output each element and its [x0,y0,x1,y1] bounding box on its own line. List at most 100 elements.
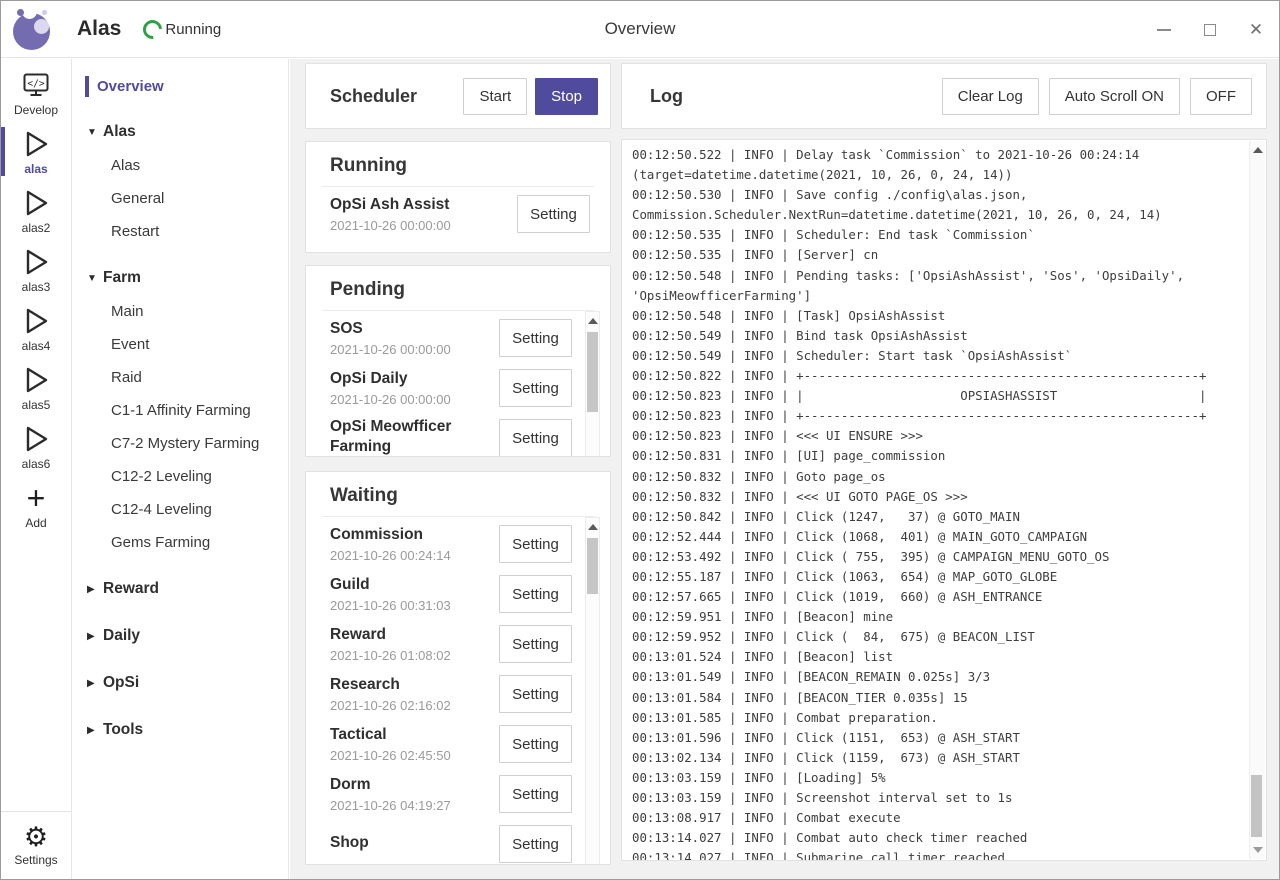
nav-section-header[interactable]: ▶ Daily [73,619,288,653]
nav-item[interactable]: Gems Farming [73,526,288,559]
plus-icon: + [27,481,46,515]
running-list: OpSi Ash Assist 2021-10-26 00:00:00 Sett… [306,187,610,239]
task-setting-button[interactable]: Setting [499,775,572,813]
scroll-thumb[interactable] [587,332,598,412]
nav-item[interactable]: Main [73,295,288,328]
task-setting-button[interactable]: Setting [517,195,590,233]
nav-section-header[interactable]: ▼ Alas [73,115,288,149]
task-name: OpSi Meowfficer Farming [330,417,493,457]
auto-scroll-off-button[interactable]: OFF [1190,78,1252,115]
title-bar: Alas Running Overview ✕ [1,1,1279,58]
task-setting-button[interactable]: Setting [499,725,572,763]
task-setting-button[interactable]: Setting [499,419,572,457]
log-title: Log [650,86,942,107]
pending-list: SOS 2021-10-26 00:00:00 Setting OpSi Dai… [306,311,610,457]
task-setting-button[interactable]: Setting [499,825,572,863]
nav-item[interactable]: Event [73,328,288,361]
log-line: 00:13:03.159 | INFO | [Loading] 5% [632,768,1242,788]
nav-item[interactable]: C12-4 Leveling [73,493,288,526]
auto-scroll-on-button[interactable]: Auto Scroll ON [1049,78,1180,115]
maximize-button[interactable] [1201,21,1219,39]
log-line: 00:13:01.524 | INFO | [Beacon] list [632,647,1242,667]
task-setting-button[interactable]: Setting [499,525,572,563]
log-line: 00:12:50.832 | INFO | <<< UI GOTO PAGE_O… [632,487,1242,507]
rail-instance[interactable]: alas3 [1,240,71,299]
close-button[interactable]: ✕ [1247,21,1265,39]
task-row: Research 2021-10-26 02:16:02 Setting [306,669,610,719]
stop-button[interactable]: Stop [535,78,598,115]
task-row: OpSi Ash Assist 2021-10-26 00:00:00 Sett… [306,189,610,239]
nav-item[interactable]: C1-1 Affinity Farming [73,394,288,427]
nav-item[interactable]: Restart [73,215,288,248]
task-name: SOS [330,319,493,339]
minimize-button[interactable] [1155,21,1173,39]
pending-card: Pending SOS 2021-10-26 00:00:00 Setting … [305,265,611,457]
task-next-run: 2021-10-26 00:24:14 [330,548,493,563]
log-line: 00:13:14.027 | INFO | Submarine call tim… [632,848,1242,861]
scheduler-title: Scheduler [330,86,463,107]
task-row: OpSi Daily 2021-10-26 00:00:00 Setting [306,363,610,413]
chevron-icon: ▼ [87,273,103,284]
nav-item[interactable]: Raid [73,361,288,394]
rail-instance[interactable]: + Add [1,476,71,535]
close-icon: ✕ [1249,21,1263,38]
task-row: Dorm 2021-10-26 04:19:27 Setting [306,769,610,819]
nav-item[interactable]: C7-2 Mystery Farming [73,427,288,460]
nav-section-header[interactable]: ▶ OpSi [73,666,288,700]
task-row: Reward 2021-10-26 01:08:02 Setting [306,619,610,669]
rail-instance[interactable]: alas5 [1,358,71,417]
scroll-up-icon[interactable] [588,524,598,530]
waiting-scrollbar[interactable] [585,517,600,865]
log-line: 00:13:14.027 | INFO | Combat auto check … [632,828,1242,848]
task-setting-button[interactable]: Setting [499,625,572,663]
nav-section-header[interactable]: ▶ Reward [73,572,288,606]
scroll-up-icon[interactable] [1253,147,1263,153]
settings-button[interactable]: ⚙ Settings [1,811,71,879]
rail-instance[interactable]: </> Develop [1,63,71,122]
gear-icon: ⚙ [24,822,48,852]
pending-scrollbar[interactable] [585,311,600,457]
rail-instance[interactable]: alas4 [1,299,71,358]
rail-instance[interactable]: alas [1,122,71,181]
scroll-thumb[interactable] [1251,775,1262,837]
task-name: Reward [330,625,493,645]
rail-instance-label: alas6 [22,457,51,471]
nav-item-overview[interactable]: Overview [73,71,288,102]
scroll-thumb[interactable] [587,538,598,594]
play-icon [20,363,52,397]
nav-item[interactable]: Alas [73,149,288,182]
task-row: OpSi Meowfficer Farming Setting [306,413,610,457]
log-line: 00:12:50.831 | INFO | [UI] page_commissi… [632,446,1242,466]
log-line: 00:13:08.917 | INFO | Combat execute [632,808,1242,828]
settings-label: Settings [14,853,57,867]
minimize-icon [1157,29,1171,31]
task-next-run: 2021-10-26 00:00:00 [330,218,511,233]
nav-item[interactable]: General [73,182,288,215]
task-setting-button[interactable]: Setting [499,319,572,357]
start-button[interactable]: Start [463,78,527,115]
log-line: 00:12:50.522 | INFO | Delay task `Commis… [632,145,1242,165]
nav-item[interactable]: C12-2 Leveling [73,460,288,493]
task-next-run: 2021-10-26 02:16:02 [330,698,493,713]
task-setting-button[interactable]: Setting [499,675,572,713]
log-scrollbar[interactable] [1249,141,1265,859]
task-name: Research [330,675,493,695]
clear-log-button[interactable]: Clear Log [942,78,1039,115]
scroll-up-icon[interactable] [588,318,598,324]
log-line: 00:12:50.549 | INFO | Bind task OpsiAshA… [632,326,1242,346]
rail-instance[interactable]: alas2 [1,181,71,240]
nav-section-header[interactable]: ▼ Farm [73,261,288,295]
nav-section-header[interactable]: ▶ Tools [73,713,288,747]
log-line: 00:12:52.444 | INFO | Click (1068, 401) … [632,527,1242,547]
task-setting-button[interactable]: Setting [499,369,572,407]
task-name: OpSi Daily [330,369,493,389]
log-header-card: Log Clear Log Auto Scroll ON OFF [621,63,1267,129]
task-next-run: 2021-10-26 00:00:00 [330,342,493,357]
rail-instance[interactable]: alas6 [1,417,71,476]
task-name: Tactical [330,725,493,745]
scroll-down-icon[interactable] [1253,847,1263,853]
log-line: 00:12:53.492 | INFO | Click ( 755, 395) … [632,547,1242,567]
task-setting-button[interactable]: Setting [499,575,572,613]
log-lines: 00:12:50.522 | INFO | Delay task `Commis… [622,140,1266,861]
task-row: SOS 2021-10-26 00:00:00 Setting [306,313,610,363]
